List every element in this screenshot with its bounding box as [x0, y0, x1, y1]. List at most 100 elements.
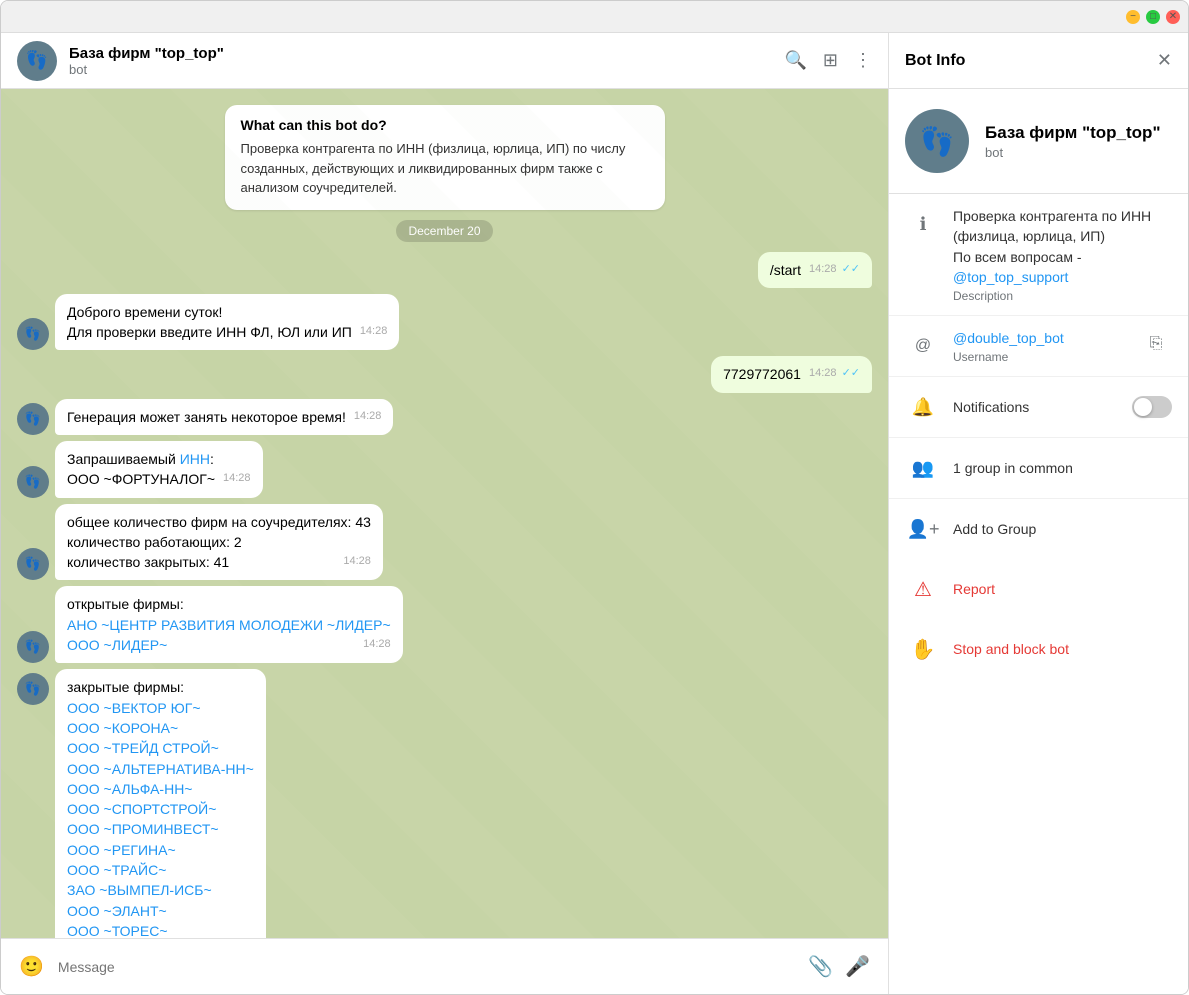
message-bubble: закрытые фирмы: ООО ~ВЕКТОР ЮГ~ ООО ~КОР…: [55, 669, 266, 938]
chat-header: 👣 База фирм "top_top" bot 🔍 ⊞ ⋮: [1, 33, 888, 89]
report-row[interactable]: ⚠ Report: [889, 559, 1188, 619]
message-bubble: Генерация может занять некоторое время! …: [55, 399, 393, 435]
message-text: 7729772061: [723, 366, 801, 382]
chat-header-actions: 🔍 ⊞ ⋮: [784, 50, 872, 71]
message-row: 👣 Запрашиваемый ИНН:ООО ~ФОРТУНАЛОГ~ 14:…: [17, 441, 872, 498]
bot-profile-name: База фирм "top_top": [985, 123, 1161, 143]
bot-avatar: 👣: [17, 631, 49, 663]
group-icon: 👥: [905, 450, 941, 486]
message-row: 👣 закрытые фирмы: ООО ~ВЕКТОР ЮГ~ ООО ~К…: [17, 669, 872, 938]
message-time: 14:28: [360, 326, 388, 337]
add-to-group-row[interactable]: 👤+ Add to Group: [889, 499, 1188, 559]
message-text: Запрашиваемый ИНН:ООО ~ФОРТУНАЛОГ~: [67, 451, 215, 487]
bot-avatar: 👣: [17, 548, 49, 580]
username-content: @double_top_bot Username: [953, 328, 1140, 364]
message-time: 14:28: [354, 411, 382, 422]
notifications-label: Notifications: [953, 399, 1132, 415]
notifications-row: 🔔 Notifications: [889, 377, 1188, 438]
message-time: 14:28 ✓✓: [809, 368, 860, 379]
message-row: /start 14:28 ✓✓: [17, 252, 872, 288]
copy-username-button[interactable]: ⎘: [1140, 328, 1172, 360]
message-text: закрытые фирмы: ООО ~ВЕКТОР ЮГ~ ООО ~КОР…: [67, 679, 254, 938]
message-bubble: общее количество фирм на соучредителях: …: [55, 504, 383, 581]
emoji-icon[interactable]: 🙂: [19, 954, 44, 979]
chat-input[interactable]: [50, 949, 802, 985]
bot-avatar: 👣: [17, 403, 49, 435]
chat-input-area: 🙂 📎 🎤: [1, 938, 888, 994]
main-layout: 👣 База фирм "top_top" bot 🔍 ⊞ ⋮ What can…: [1, 33, 1188, 994]
bot-profile-subtitle: bot: [985, 145, 1161, 160]
report-label: Report: [953, 581, 995, 597]
search-icon[interactable]: 🔍: [784, 50, 806, 71]
message-text: Доброго времени суток!Для проверки введи…: [67, 304, 352, 340]
bot-profile-info: База фирм "top_top" bot: [985, 123, 1161, 160]
description-label: Description: [953, 289, 1172, 303]
support-link[interactable]: @top_top_support: [953, 269, 1068, 285]
block-icon: ✋: [905, 631, 941, 667]
at-icon: @: [905, 328, 941, 364]
message-time: 14:28: [223, 473, 251, 484]
chat-header-info: База фирм "top_top" bot: [69, 45, 784, 77]
message-bubble: Запрашиваемый ИНН:ООО ~ФОРТУНАЛОГ~ 14:28: [55, 441, 263, 498]
bot-profile: 👣 База фирм "top_top" bot: [889, 89, 1188, 194]
message-text: открытые фирмы:АНО ~ЦЕНТР РАЗВИТИЯ МОЛОД…: [67, 596, 391, 653]
stop-block-label: Stop and block bot: [953, 641, 1069, 657]
right-panel: Bot Info ✕ 👣 База фирм "top_top" bot ℹ П…: [888, 33, 1188, 994]
title-bar: − □ ✕: [1, 1, 1188, 33]
panel-title: Bot Info: [905, 52, 1157, 70]
bot-description-bubble: What can this bot do? Проверка контраген…: [225, 105, 665, 210]
chat-header-subtitle: bot: [69, 62, 784, 77]
message-row: 👣 Генерация может занять некоторое время…: [17, 399, 872, 435]
groups-in-common-label: 1 group in common: [953, 460, 1073, 476]
message-text: /start: [770, 262, 801, 278]
chat-messages: What can this bot do? Проверка контраген…: [1, 89, 888, 938]
message-bubble: 7729772061 14:28 ✓✓: [711, 356, 872, 392]
chat-area: 👣 База фирм "top_top" bot 🔍 ⊞ ⋮ What can…: [1, 33, 888, 994]
chat-header-name: База фирм "top_top": [69, 45, 784, 62]
date-divider: December 20: [17, 222, 872, 240]
message-time: 14:28 ✓✓: [809, 264, 860, 275]
message-bubble: Доброго времени суток!Для проверки введи…: [55, 294, 399, 351]
message-text: общее количество фирм на соучредителях: …: [67, 514, 371, 571]
columns-icon[interactable]: ⊞: [823, 50, 838, 71]
username-link[interactable]: @double_top_bot: [953, 330, 1064, 346]
maximize-button[interactable]: □: [1146, 10, 1160, 24]
chat-header-avatar: 👣: [17, 41, 57, 81]
notifications-toggle[interactable]: [1132, 396, 1172, 418]
groups-in-common-row: 👥 1 group in common: [889, 438, 1188, 499]
message-row: 7729772061 14:28 ✓✓: [17, 356, 872, 392]
bot-avatar: 👣: [17, 318, 49, 350]
message-text: Генерация может занять некоторое время!: [67, 409, 346, 425]
message-row: 👣 Доброго времени суток!Для проверки вве…: [17, 294, 872, 351]
username-value: @double_top_bot: [953, 328, 1140, 348]
message-time: 14:28: [363, 639, 391, 650]
panel-close-button[interactable]: ✕: [1157, 50, 1172, 71]
bot-avatar: 👣: [17, 673, 49, 705]
add-to-group-label: Add to Group: [953, 521, 1036, 537]
message-row: 👣 открытые фирмы:АНО ~ЦЕНТР РАЗВИТИЯ МОЛ…: [17, 586, 872, 663]
report-icon: ⚠: [905, 571, 941, 607]
bot-avatar: 👣: [17, 466, 49, 498]
username-row: @ @double_top_bot Username ⎘: [889, 316, 1188, 377]
app-window: − □ ✕ 👣 База фирм "top_top" bot 🔍 ⊞: [0, 0, 1189, 995]
more-options-icon[interactable]: ⋮: [854, 50, 872, 71]
message-row: 👣 общее количество фирм на соучредителях…: [17, 504, 872, 581]
notification-bell-icon: 🔔: [905, 389, 941, 425]
message-bubble: открытые фирмы:АНО ~ЦЕНТР РАЗВИТИЯ МОЛОД…: [55, 586, 403, 663]
add-user-icon: 👤+: [905, 511, 941, 547]
attachment-icon[interactable]: 📎: [808, 954, 833, 979]
message-time: 14:28: [343, 556, 371, 567]
close-button[interactable]: ✕: [1166, 10, 1180, 24]
description-value: Проверка контрагента по ИНН (физлица, юр…: [953, 206, 1172, 287]
description-content: Проверка контрагента по ИНН (физлица, юр…: [953, 206, 1172, 303]
mic-icon[interactable]: 🎤: [845, 954, 870, 979]
info-icon: ℹ: [905, 206, 941, 242]
message-bubble: /start 14:28 ✓✓: [758, 252, 872, 288]
stop-block-row[interactable]: ✋ Stop and block bot: [889, 619, 1188, 679]
bot-profile-avatar: 👣: [905, 109, 969, 173]
bot-description-text: Проверка контрагента по ИНН (физлица, юр…: [241, 139, 649, 198]
description-row: ℹ Проверка контрагента по ИНН (физлица, …: [889, 194, 1188, 316]
username-label: Username: [953, 350, 1140, 364]
bot-description-title: What can this bot do?: [241, 117, 649, 133]
minimize-button[interactable]: −: [1126, 10, 1140, 24]
